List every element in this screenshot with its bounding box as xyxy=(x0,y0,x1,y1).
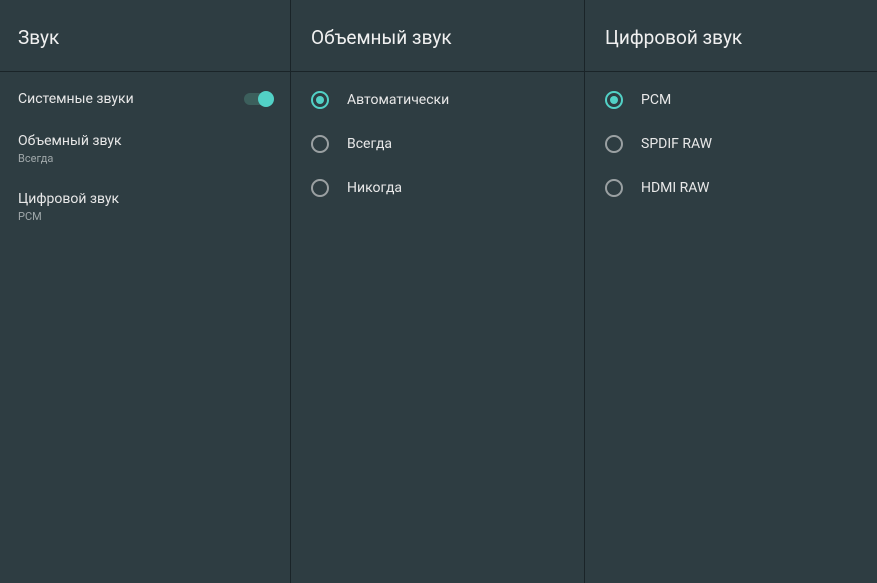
sound-header: Звук xyxy=(0,0,290,72)
system-sounds-toggle[interactable] xyxy=(244,93,272,105)
surround-label: Объемный звук xyxy=(18,133,122,149)
digital-header: Цифровой звук xyxy=(585,0,877,72)
radio-icon xyxy=(605,179,623,197)
digital-options-list: PCM SPDIF RAW HDMI RAW xyxy=(585,72,877,210)
system-sounds-label: Системные звуки xyxy=(18,91,134,107)
digital-option-spdif[interactable]: SPDIF RAW xyxy=(585,122,877,166)
surround-value: Всегда xyxy=(18,152,122,165)
digital-option-pcm[interactable]: PCM xyxy=(585,78,877,122)
sound-settings-panel: Звук Системные звуки Объемный звук Всегд… xyxy=(0,0,291,583)
digital-option-hdmi[interactable]: HDMI RAW xyxy=(585,166,877,210)
radio-icon xyxy=(311,135,329,153)
option-label: SPDIF RAW xyxy=(641,136,712,152)
radio-icon xyxy=(605,91,623,109)
surround-options-panel: Объемный звук Автоматически Всегда Никог… xyxy=(291,0,585,583)
option-label: HDMI RAW xyxy=(641,180,709,196)
surround-option-never[interactable]: Никогда xyxy=(291,166,584,210)
toggle-knob xyxy=(258,91,274,107)
option-label: Автоматически xyxy=(347,92,449,108)
digital-sound-item[interactable]: Цифровой звук PCM xyxy=(0,178,290,236)
surround-title: Объемный звук xyxy=(311,26,452,49)
option-label: Никогда xyxy=(347,180,402,196)
digital-label: Цифровой звук xyxy=(18,191,119,207)
surround-header: Объемный звук xyxy=(291,0,584,72)
surround-options-list: Автоматически Всегда Никогда xyxy=(291,72,584,210)
radio-icon xyxy=(605,135,623,153)
digital-title: Цифровой звук xyxy=(605,26,742,49)
surround-option-always[interactable]: Всегда xyxy=(291,122,584,166)
digital-options-panel: Цифровой звук PCM SPDIF RAW HDMI RAW xyxy=(585,0,877,583)
option-label: PCM xyxy=(641,92,671,108)
radio-icon xyxy=(311,179,329,197)
system-sounds-item[interactable]: Системные звуки xyxy=(0,78,290,120)
radio-icon xyxy=(311,91,329,109)
sound-list: Системные звуки Объемный звук Всегда Циф… xyxy=(0,72,290,236)
surround-option-auto[interactable]: Автоматически xyxy=(291,78,584,122)
surround-sound-item[interactable]: Объемный звук Всегда xyxy=(0,120,290,178)
sound-title: Звук xyxy=(18,26,59,49)
digital-value: PCM xyxy=(18,210,119,223)
option-label: Всегда xyxy=(347,136,392,152)
